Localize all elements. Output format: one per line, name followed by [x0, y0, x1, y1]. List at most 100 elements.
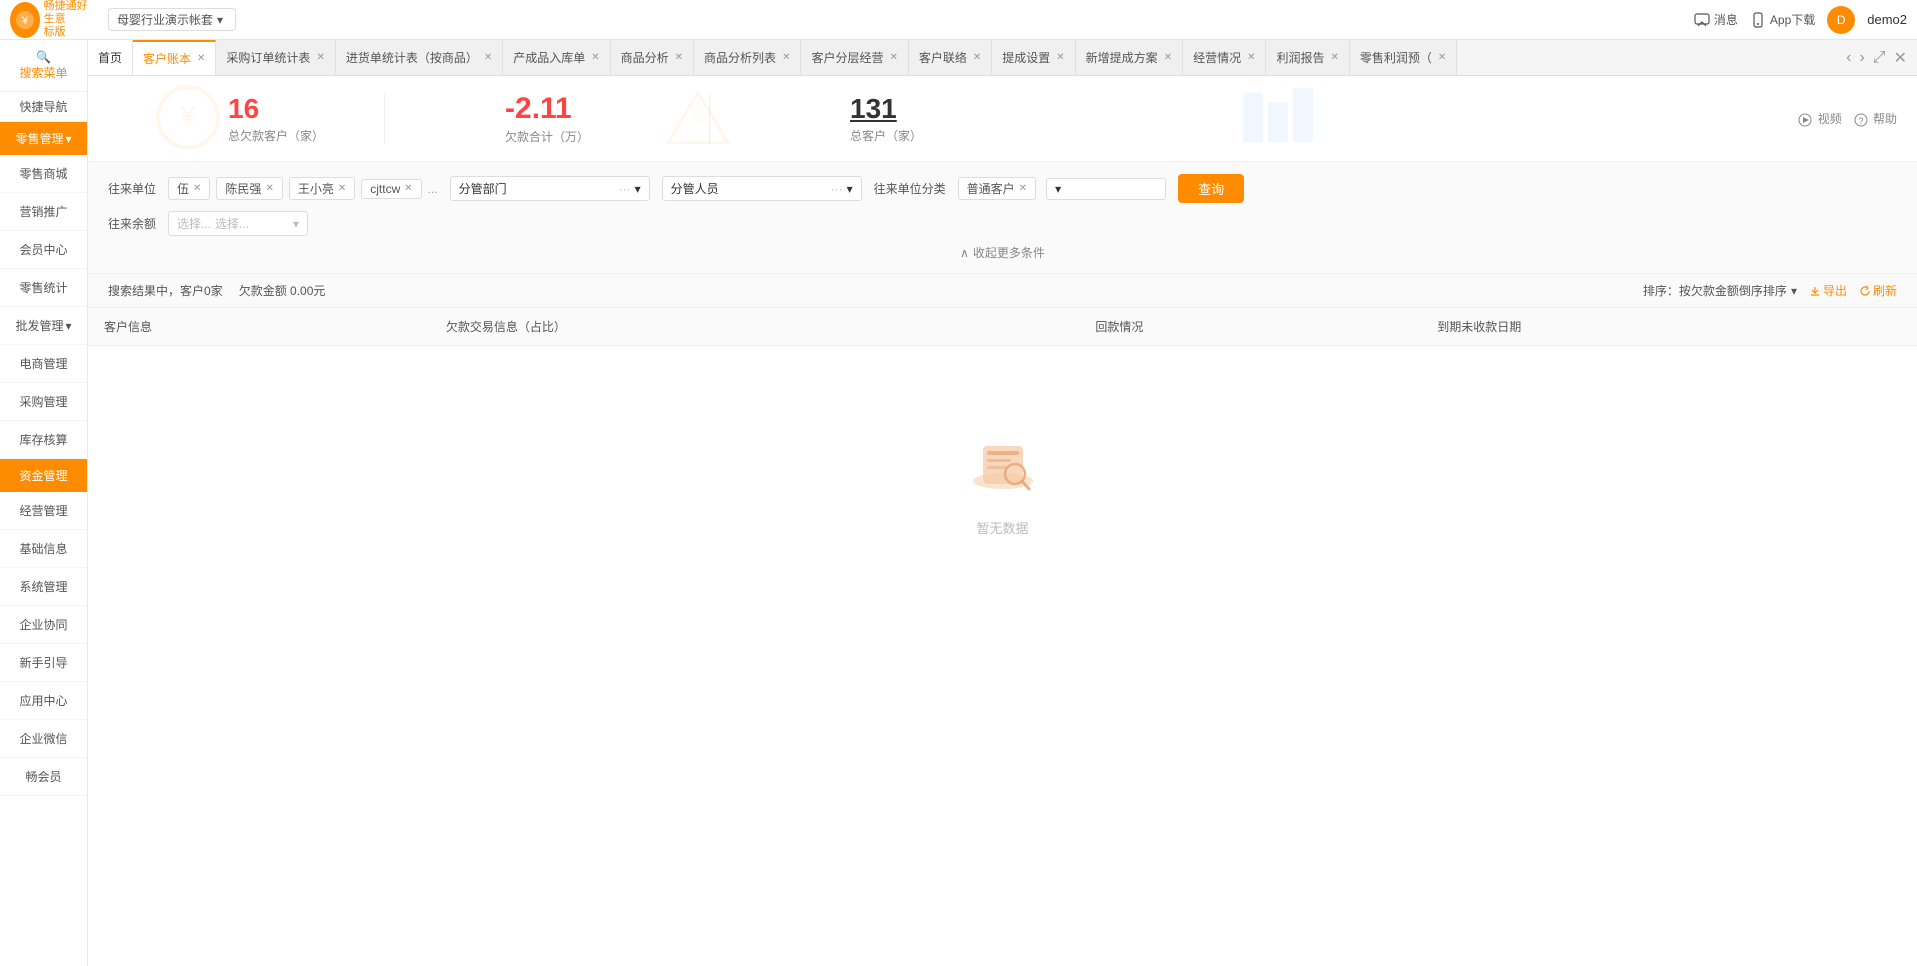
balance-filter-label: 往来余额	[108, 215, 156, 232]
sidebar-item-ecommerce[interactable]: 电商管理	[0, 345, 87, 383]
tab-close-icon[interactable]: ✕	[675, 52, 683, 63]
tab-next-button[interactable]: ›	[1857, 47, 1866, 69]
sidebar-item-inventory[interactable]: 库存核算	[0, 421, 87, 459]
tab-new-commission[interactable]: 新增提成方案 ✕	[1076, 40, 1183, 76]
sidebar-item-basic-info[interactable]: 基础信息	[0, 530, 87, 568]
debt-text: 欠款金额 0.00元	[239, 282, 326, 299]
tab-expand-button[interactable]: ⤢	[1871, 47, 1888, 69]
stat-total-debt: -2.11 欠款合计（万）	[505, 92, 589, 145]
tab-purchase-product-stats[interactable]: 进货单统计表（按商品） ✕	[336, 40, 503, 76]
sidebar-search[interactable]: 🔍 搜索菜单	[0, 40, 87, 92]
data-table: 客户信息 欠款交易信息（占比） 回款情况 到期未收款日期	[88, 308, 1917, 617]
sidebar-item-retail-stats[interactable]: 零售统计	[0, 269, 87, 307]
filter-tag-wu-close[interactable]: ✕	[193, 183, 201, 194]
tab-close-icon[interactable]: ✕	[484, 52, 492, 63]
person-filter-select[interactable]: 分管人员 ··· ▾	[662, 176, 862, 201]
sidebar-item-marketing[interactable]: 营销推广	[0, 193, 87, 231]
tab-commission-settings[interactable]: 提成设置 ✕	[992, 40, 1075, 76]
message-button[interactable]: 消息	[1694, 11, 1738, 28]
tab-profit-report[interactable]: 利润报告 ✕	[1266, 40, 1349, 76]
dept-filter-select[interactable]: 分管部门 ··· ▾	[450, 176, 650, 201]
tab-business-status[interactable]: 经营情况 ✕	[1183, 40, 1266, 76]
tab-product-list[interactable]: 商品分析列表 ✕	[694, 40, 801, 76]
sidebar-item-member-center[interactable]: 会员中心	[0, 231, 87, 269]
stat-divider-1	[384, 94, 385, 144]
stat-debt-label: 欠款合计（万）	[505, 128, 589, 145]
tab-close-icon[interactable]: ✕	[316, 52, 324, 63]
tab-close-icon[interactable]: ✕	[591, 52, 599, 63]
filter-tag-chen-close[interactable]: ✕	[265, 183, 273, 194]
table-header-row: 客户信息 欠款交易信息（占比） 回款情况 到期未收款日期	[88, 308, 1917, 346]
export-button[interactable]: 导出	[1809, 282, 1847, 299]
tab-prev-button[interactable]: ‹	[1844, 47, 1853, 69]
collapse-button[interactable]: ∧ 收起更多条件	[960, 244, 1045, 261]
filter-tag-normal-customer: 普通客户 ✕	[958, 177, 1036, 200]
refresh-icon	[1859, 285, 1871, 297]
sidebar-item-member[interactable]: 畅会员	[0, 758, 87, 796]
sidebar-item-system[interactable]: 系统管理	[0, 568, 87, 606]
filter-more-button[interactable]: ...	[428, 182, 438, 196]
refresh-button[interactable]: 刷新	[1859, 282, 1897, 299]
filter-tag-normal-close[interactable]: ✕	[1019, 183, 1027, 194]
filter-tag-cjttcw-close[interactable]: ✕	[404, 183, 412, 194]
sidebar-quick-nav[interactable]: 快捷导航	[0, 92, 87, 122]
help-button[interactable]: ? 帮助	[1854, 110, 1897, 127]
tab-close-all-button[interactable]: ✕	[1892, 46, 1909, 70]
video-button[interactable]: 视频	[1798, 110, 1841, 127]
filter-tag-cjttcw: cjttcw ✕	[361, 179, 421, 199]
sidebar-item-wholesale-mgmt[interactable]: 批发管理 ▾	[0, 307, 87, 345]
stat-bg-icon-1: ¥	[148, 82, 228, 152]
tab-home[interactable]: 首页	[88, 40, 133, 76]
tab-close-icon[interactable]: ✕	[1164, 52, 1172, 63]
tab-product-analysis[interactable]: 商品分析 ✕	[611, 40, 694, 76]
sort-label: 排序：按欠款金额倒序排序	[1643, 282, 1787, 299]
tab-close-icon[interactable]: ✕	[197, 53, 205, 64]
tab-close-icon[interactable]: ✕	[1247, 52, 1255, 63]
stat-debtors-value: 16	[228, 93, 259, 125]
tab-customer-ledger[interactable]: 客户账本 ✕	[133, 40, 216, 76]
sidebar-item-guide[interactable]: 新手引导	[0, 644, 87, 682]
sidebar-item-operations[interactable]: 经营管理	[0, 492, 87, 530]
tab-close-icon[interactable]: ✕	[1056, 52, 1064, 63]
stat-bg-icon-2	[658, 82, 738, 152]
tab-close-icon[interactable]: ✕	[889, 52, 897, 63]
filter-tag-wang-close[interactable]: ✕	[338, 183, 346, 194]
sidebar-item-wechat[interactable]: 企业微信	[0, 720, 87, 758]
category-filter-tags: 普通客户 ✕ ▾	[958, 177, 1166, 200]
empty-illustration	[953, 426, 1053, 506]
table-body: 暂无数据	[88, 346, 1917, 618]
tab-close-icon[interactable]: ✕	[1438, 52, 1446, 63]
chevron-down-icon-balance: ▾	[293, 217, 299, 231]
sidebar-section-label: 零售管理	[15, 130, 63, 147]
sidebar-item-retail-mall[interactable]: 零售商城	[0, 155, 87, 193]
tab-close-icon[interactable]: ✕	[973, 52, 981, 63]
tab-product-inbound[interactable]: 产成品入库单 ✕	[503, 40, 610, 76]
chevron-down-icon: ▾	[65, 132, 71, 146]
stat-divider-2	[709, 94, 710, 144]
help-icon: ?	[1854, 113, 1868, 127]
person-filter-label: 分管人员	[671, 180, 719, 197]
workspace-selector[interactable]: 母婴行业演示帐套 ▾	[108, 8, 236, 31]
logo-text: 畅捷通好生意 标版	[44, 0, 98, 39]
avatar[interactable]: D	[1827, 6, 1855, 34]
stat-bg-icon-3	[1238, 82, 1318, 152]
sidebar-item-app-center[interactable]: 应用中心	[0, 682, 87, 720]
sidebar-item-finance[interactable]: 资金管理	[0, 459, 87, 492]
tab-retail-profit[interactable]: 零售利润预（ ✕	[1350, 40, 1457, 76]
sort-select[interactable]: 排序：按欠款金额倒序排序 ▾	[1643, 282, 1797, 299]
category-filter-select[interactable]: ▾	[1046, 178, 1166, 200]
sidebar-item-enterprise[interactable]: 企业协同	[0, 606, 87, 644]
tab-close-icon[interactable]: ✕	[782, 52, 790, 63]
sidebar-item-purchase[interactable]: 采购管理	[0, 383, 87, 421]
tab-purchase-stats[interactable]: 采购订单统计表 ✕	[216, 40, 335, 76]
query-button[interactable]: 查询	[1178, 174, 1244, 203]
app-download-button[interactable]: App下载	[1750, 11, 1815, 28]
balance-filter-select[interactable]: 选择... 选择... ▾	[168, 211, 308, 236]
tab-close-icon[interactable]: ✕	[1331, 52, 1339, 63]
empty-text: 暂无数据	[976, 518, 1028, 537]
tab-customer-tier[interactable]: 客户分层经营 ✕	[801, 40, 908, 76]
chevron-down-icon-sort: ▾	[1791, 284, 1797, 298]
chevron-down-icon-person: ▾	[847, 182, 853, 196]
tab-customer-contact[interactable]: 客户联络 ✕	[909, 40, 992, 76]
sidebar-item-retail-mgmt[interactable]: 零售管理 ▾	[0, 122, 87, 155]
